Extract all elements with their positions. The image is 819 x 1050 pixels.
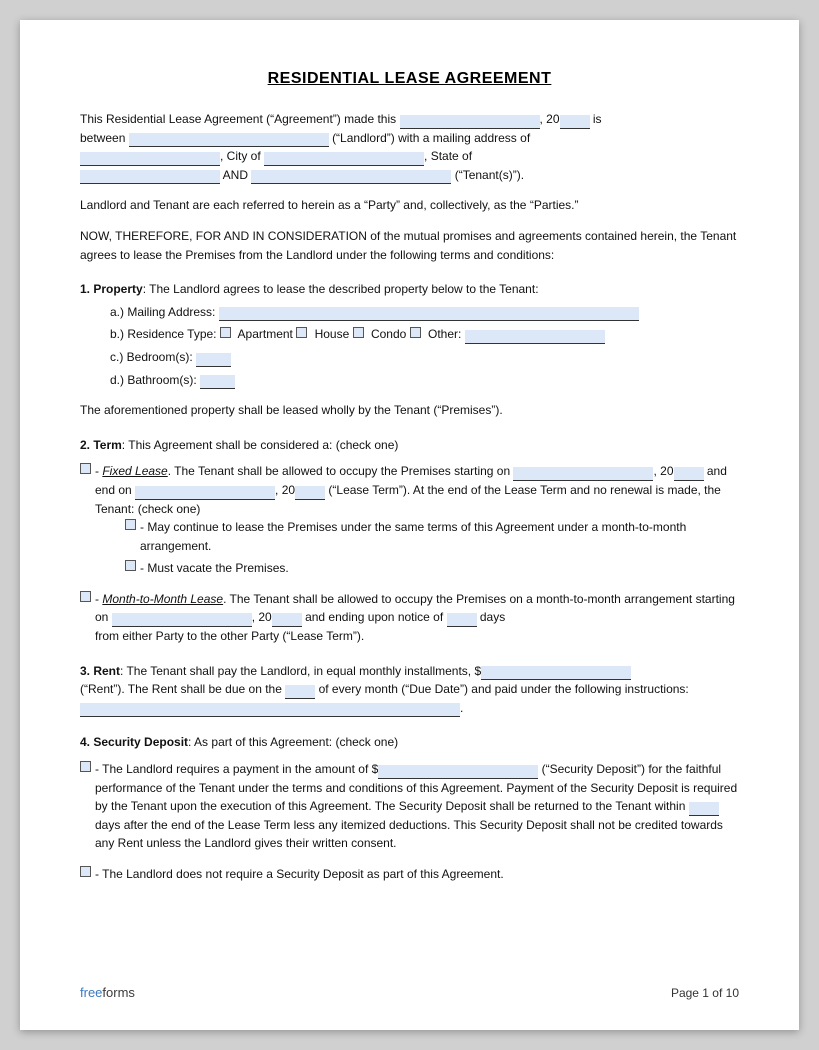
no-security-deposit: - The Landlord does not require a Securi… — [80, 865, 739, 884]
vacate-checkbox[interactable] — [125, 560, 136, 571]
fixed-lease-option: - Fixed Lease. The Tenant shall be allow… — [80, 462, 739, 582]
party-line: Landlord and Tenant are each referred to… — [80, 196, 739, 215]
document-title: RESIDENTIAL LEASE AGREEMENT — [80, 70, 739, 88]
rent-amount-field[interactable] — [481, 666, 631, 680]
section2-heading: 2. Term: This Agreement shall be conside… — [80, 436, 739, 455]
brand-logo: freeforms — [80, 985, 135, 1000]
deposit-return-days-field[interactable] — [689, 802, 719, 816]
consideration-paragraph: NOW, THEREFORE, FOR AND IN CONSIDERATION… — [80, 227, 739, 264]
security-deposit-checkbox[interactable] — [80, 761, 91, 772]
year-field[interactable] — [560, 115, 590, 129]
section1-heading: 1. Property: The Landlord agrees to leas… — [80, 280, 739, 299]
month-start-year-field[interactable] — [272, 613, 302, 627]
page-number: Page 1 of 10 — [671, 986, 739, 1000]
month-lease-checkbox[interactable] — [80, 591, 91, 602]
fixed-start-date-field[interactable] — [513, 467, 653, 481]
due-date-field[interactable] — [285, 685, 315, 699]
security-deposit-required: - The Landlord requires a payment in the… — [80, 760, 739, 853]
month-lease-option: - Month-to-Month Lease. The Tenant shall… — [80, 590, 739, 646]
payment-instructions-field[interactable] — [80, 703, 460, 717]
state-field[interactable] — [80, 170, 220, 184]
other-checkbox[interactable] — [410, 327, 421, 338]
security-deposit-amount-field[interactable] — [378, 765, 538, 779]
city-field[interactable] — [264, 152, 424, 166]
other-field[interactable] — [465, 330, 605, 344]
property-address-field[interactable] — [219, 307, 639, 321]
date-field[interactable] — [400, 115, 540, 129]
fixed-end-year-field[interactable] — [295, 486, 325, 500]
section1-c: c.) Bedroom(s): — [110, 348, 739, 367]
house-checkbox[interactable] — [296, 327, 307, 338]
landlord-name-field[interactable] — [129, 133, 329, 147]
document-page: RESIDENTIAL LEASE AGREEMENT This Residen… — [20, 20, 799, 1030]
bathrooms-field[interactable] — [200, 375, 235, 389]
premises-text: The aforementioned property shall be lea… — [80, 401, 739, 420]
notice-days-field[interactable] — [447, 613, 477, 627]
continue-lease-checkbox[interactable] — [125, 519, 136, 530]
tenant-name-field[interactable] — [251, 170, 451, 184]
no-deposit-checkbox[interactable] — [80, 866, 91, 877]
fixed-start-year-field[interactable] — [674, 467, 704, 481]
intro-paragraph: This Residential Lease Agreement (“Agree… — [80, 110, 739, 184]
intro-line1: This Residential Lease Agreement (“Agree… — [80, 112, 396, 126]
section4-heading: 4. Security Deposit: As part of this Agr… — [80, 733, 739, 752]
fixed-sub1: - May continue to lease the Premises und… — [125, 518, 739, 555]
section1-a: a.) Mailing Address: — [110, 303, 739, 322]
fixed-sub2: - Must vacate the Premises. — [125, 559, 739, 578]
section3: 3. Rent: The Tenant shall pay the Landlo… — [80, 662, 739, 718]
condo-checkbox[interactable] — [353, 327, 364, 338]
section1-d: d.) Bathroom(s): — [110, 371, 739, 390]
bedrooms-field[interactable] — [196, 353, 231, 367]
apartment-checkbox[interactable] — [220, 327, 231, 338]
document-footer: freeforms Page 1 of 10 — [80, 985, 739, 1000]
mailing-address-field[interactable] — [80, 152, 220, 166]
fixed-end-date-field[interactable] — [135, 486, 275, 500]
month-start-date-field[interactable] — [112, 613, 252, 627]
section1-b: b.) Residence Type: Apartment House Cond… — [110, 325, 739, 344]
fixed-lease-checkbox[interactable] — [80, 463, 91, 474]
